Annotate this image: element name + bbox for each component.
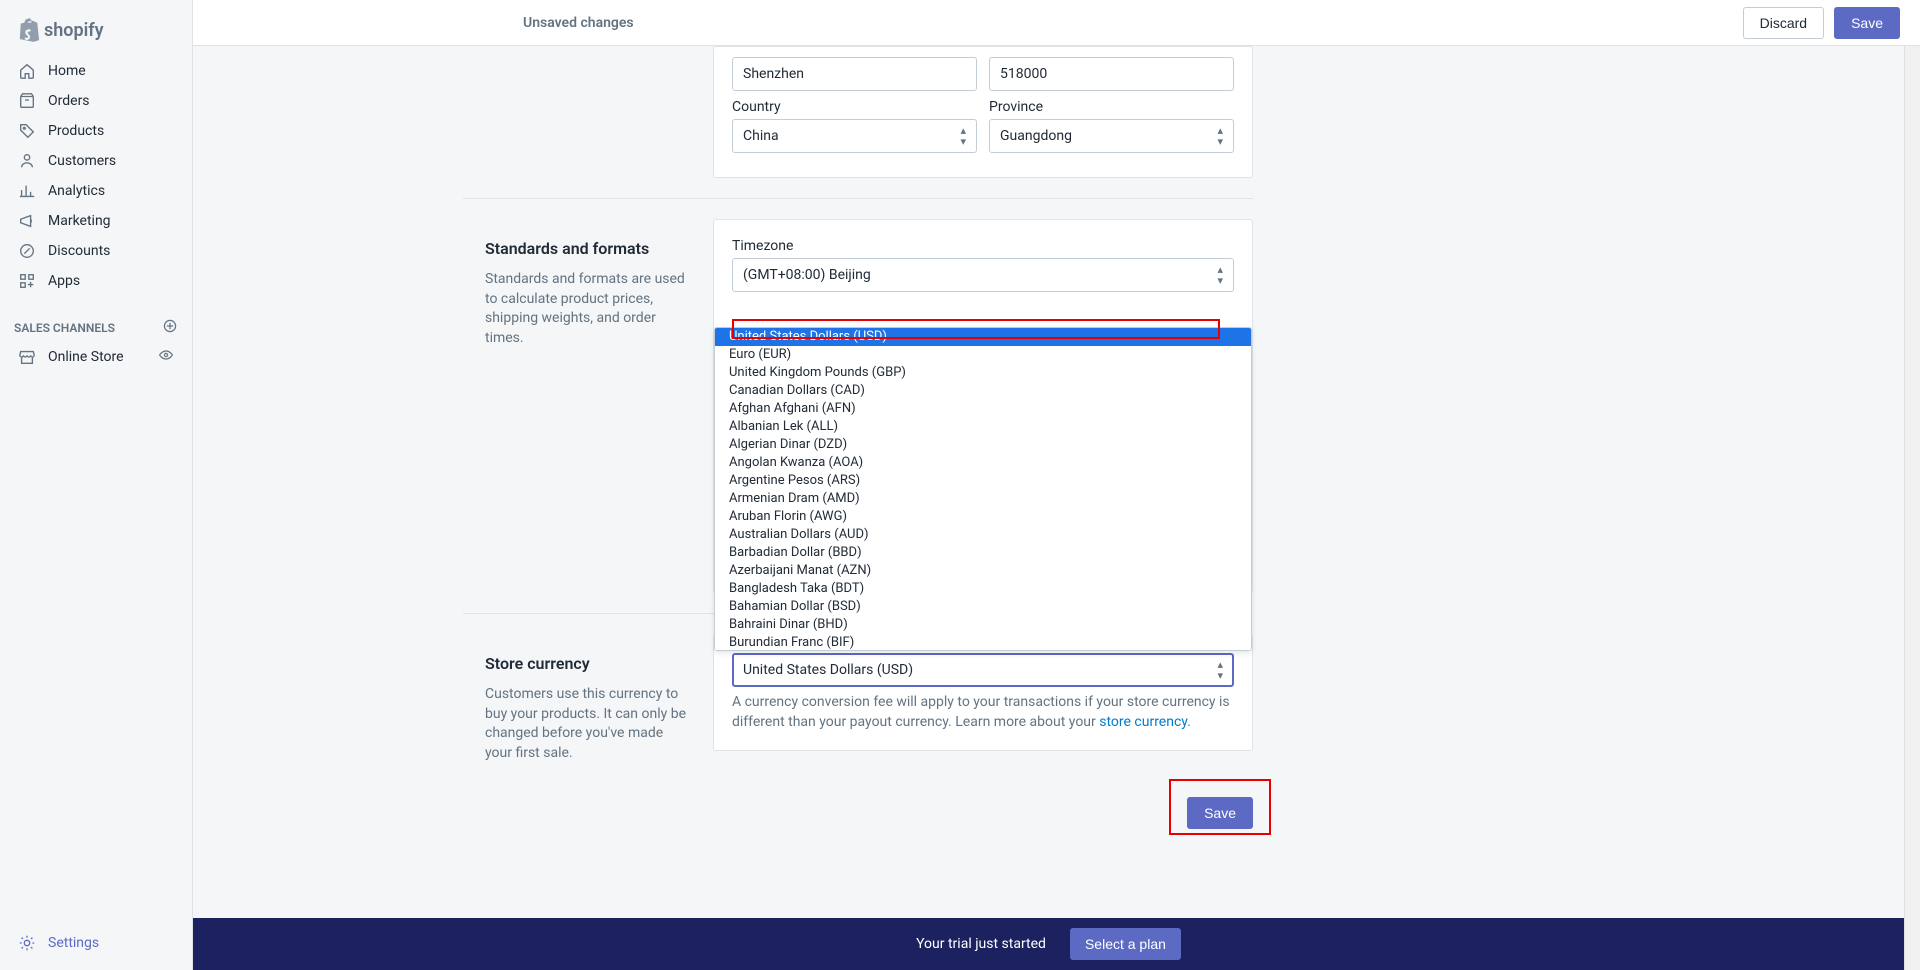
province-select[interactable]: Guangdong ▴▾ xyxy=(989,119,1234,153)
brand-name: shopify xyxy=(44,20,104,41)
sales-channels-label: SALES CHANNELS xyxy=(14,321,115,335)
trial-bar: Your trial just started Select a plan xyxy=(193,918,1904,970)
nav-discounts[interactable]: Discounts xyxy=(0,236,192,266)
nav-apps[interactable]: Apps xyxy=(0,266,192,296)
nav-label: Discounts xyxy=(48,243,110,259)
currency-option[interactable]: Albanian Lek (ALL) xyxy=(715,418,1251,436)
nav-label: Orders xyxy=(48,93,90,109)
chevron-updown-icon: ▴▾ xyxy=(1217,125,1223,147)
currency-option[interactable]: Aruban Florin (AWG) xyxy=(715,508,1251,526)
nav-label: Online Store xyxy=(48,349,124,365)
nav-label: Marketing xyxy=(48,213,111,229)
currency-title: Store currency xyxy=(485,654,693,673)
megaphone-icon xyxy=(18,212,36,230)
save-button-top[interactable]: Save xyxy=(1834,7,1900,39)
currency-option[interactable]: Azerbaijani Manat (AZN) xyxy=(715,562,1251,580)
discount-icon xyxy=(18,242,36,260)
chevron-updown-icon: ▴▾ xyxy=(1217,659,1223,681)
tag-icon xyxy=(18,122,36,140)
browser-scrollbar[interactable] xyxy=(1904,0,1920,970)
trial-text: Your trial just started xyxy=(916,936,1046,952)
currency-option[interactable]: Bahamian Dollar (BSD) xyxy=(715,598,1251,616)
currency-selected-value: United States Dollars (USD) xyxy=(743,660,913,680)
sidebar: shopify Home Orders Products Customers A… xyxy=(0,0,193,970)
province-label: Province xyxy=(989,99,1234,115)
settings-label: Settings xyxy=(48,935,99,951)
currency-option[interactable]: Algerian Dinar (DZD) xyxy=(715,436,1251,454)
currency-note: A currency conversion fee will apply to … xyxy=(714,687,1252,732)
chevron-updown-icon: ▴▾ xyxy=(960,125,966,147)
select-plan-button[interactable]: Select a plan xyxy=(1070,928,1181,960)
unsaved-changes-label: Unsaved changes xyxy=(213,15,1743,31)
nav-settings[interactable]: Settings xyxy=(0,928,192,958)
country-label: Country xyxy=(732,99,977,115)
province-value: Guangdong xyxy=(1000,126,1072,146)
page-actions: Save xyxy=(463,783,1253,869)
nav-home[interactable]: Home xyxy=(0,56,192,86)
nav-online-store[interactable]: Online Store xyxy=(0,341,192,373)
currency-option[interactable]: Armenian Dram (AMD) xyxy=(715,490,1251,508)
currency-option[interactable]: Burundian Franc (BIF) xyxy=(715,634,1251,651)
currency-option[interactable]: Canadian Dollars (CAD) xyxy=(715,382,1251,400)
shopify-logo: shopify xyxy=(0,10,192,56)
currency-option[interactable]: Angolan Kwanza (AOA) xyxy=(715,454,1251,472)
store-icon xyxy=(18,348,36,366)
timezone-label: Timezone xyxy=(732,238,1234,254)
store-currency-link[interactable]: store currency xyxy=(1099,714,1187,730)
currency-select[interactable]: United States Dollars (USD) ▴▾ xyxy=(732,653,1234,687)
standards-title: Standards and formats xyxy=(485,239,693,258)
currency-option[interactable]: United States Dollars (USD) xyxy=(715,328,1251,346)
main-content: Shenzhen 518000 Country China ▴▾ Prov xyxy=(193,46,1904,970)
currency-option[interactable]: Argentine Pesos (ARS) xyxy=(715,472,1251,490)
chart-icon xyxy=(18,182,36,200)
currency-option[interactable]: United Kingdom Pounds (GBP) xyxy=(715,364,1251,382)
gear-icon xyxy=(18,934,36,952)
person-icon xyxy=(18,152,36,170)
nav-label: Analytics xyxy=(48,183,105,199)
postal-input[interactable]: 518000 xyxy=(989,57,1234,91)
add-channel-icon[interactable] xyxy=(162,318,178,337)
apps-icon xyxy=(18,272,36,290)
currency-option[interactable]: Euro (EUR) xyxy=(715,346,1251,364)
nav-label: Customers xyxy=(48,153,116,169)
contextual-save-bar: Unsaved changes Discard Save xyxy=(193,0,1920,46)
nav-label: Products xyxy=(48,123,104,139)
currency-dropdown[interactable]: United States Dollars (USD)Euro (EUR)Uni… xyxy=(714,327,1252,651)
currency-option[interactable]: Bahraini Dinar (BHD) xyxy=(715,616,1251,634)
home-icon xyxy=(18,62,36,80)
currency-desc: Customers use this currency to buy your … xyxy=(485,685,693,763)
timezone-value: (GMT+08:00) Beijing xyxy=(743,265,871,285)
currency-option[interactable]: Bangladesh Taka (BDT) xyxy=(715,580,1251,598)
currency-option[interactable]: Afghan Afghani (AFN) xyxy=(715,400,1251,418)
nav-label: Apps xyxy=(48,273,80,289)
country-value: China xyxy=(743,126,779,146)
currency-option[interactable]: Barbadian Dollar (BBD) xyxy=(715,544,1251,562)
nav-analytics[interactable]: Analytics xyxy=(0,176,192,206)
currency-option[interactable]: Australian Dollars (AUD) xyxy=(715,526,1251,544)
nav-marketing[interactable]: Marketing xyxy=(0,206,192,236)
eye-icon[interactable] xyxy=(158,347,174,367)
sales-channels-header: SALES CHANNELS xyxy=(0,310,192,341)
orders-icon xyxy=(18,92,36,110)
nav-products[interactable]: Products xyxy=(0,116,192,146)
nav-orders[interactable]: Orders xyxy=(0,86,192,116)
nav-customers[interactable]: Customers xyxy=(0,146,192,176)
timezone-select[interactable]: (GMT+08:00) Beijing ▴▾ xyxy=(732,258,1234,292)
city-input[interactable]: Shenzhen xyxy=(732,57,977,91)
chevron-updown-icon: ▴▾ xyxy=(1217,264,1223,286)
country-select[interactable]: China ▴▾ xyxy=(732,119,977,153)
nav-label: Home xyxy=(48,63,86,79)
standards-desc: Standards and formats are used to calcul… xyxy=(485,270,693,348)
shopify-bag-icon xyxy=(18,18,40,42)
save-button-bottom[interactable]: Save xyxy=(1187,797,1253,829)
discard-button[interactable]: Discard xyxy=(1743,7,1824,39)
